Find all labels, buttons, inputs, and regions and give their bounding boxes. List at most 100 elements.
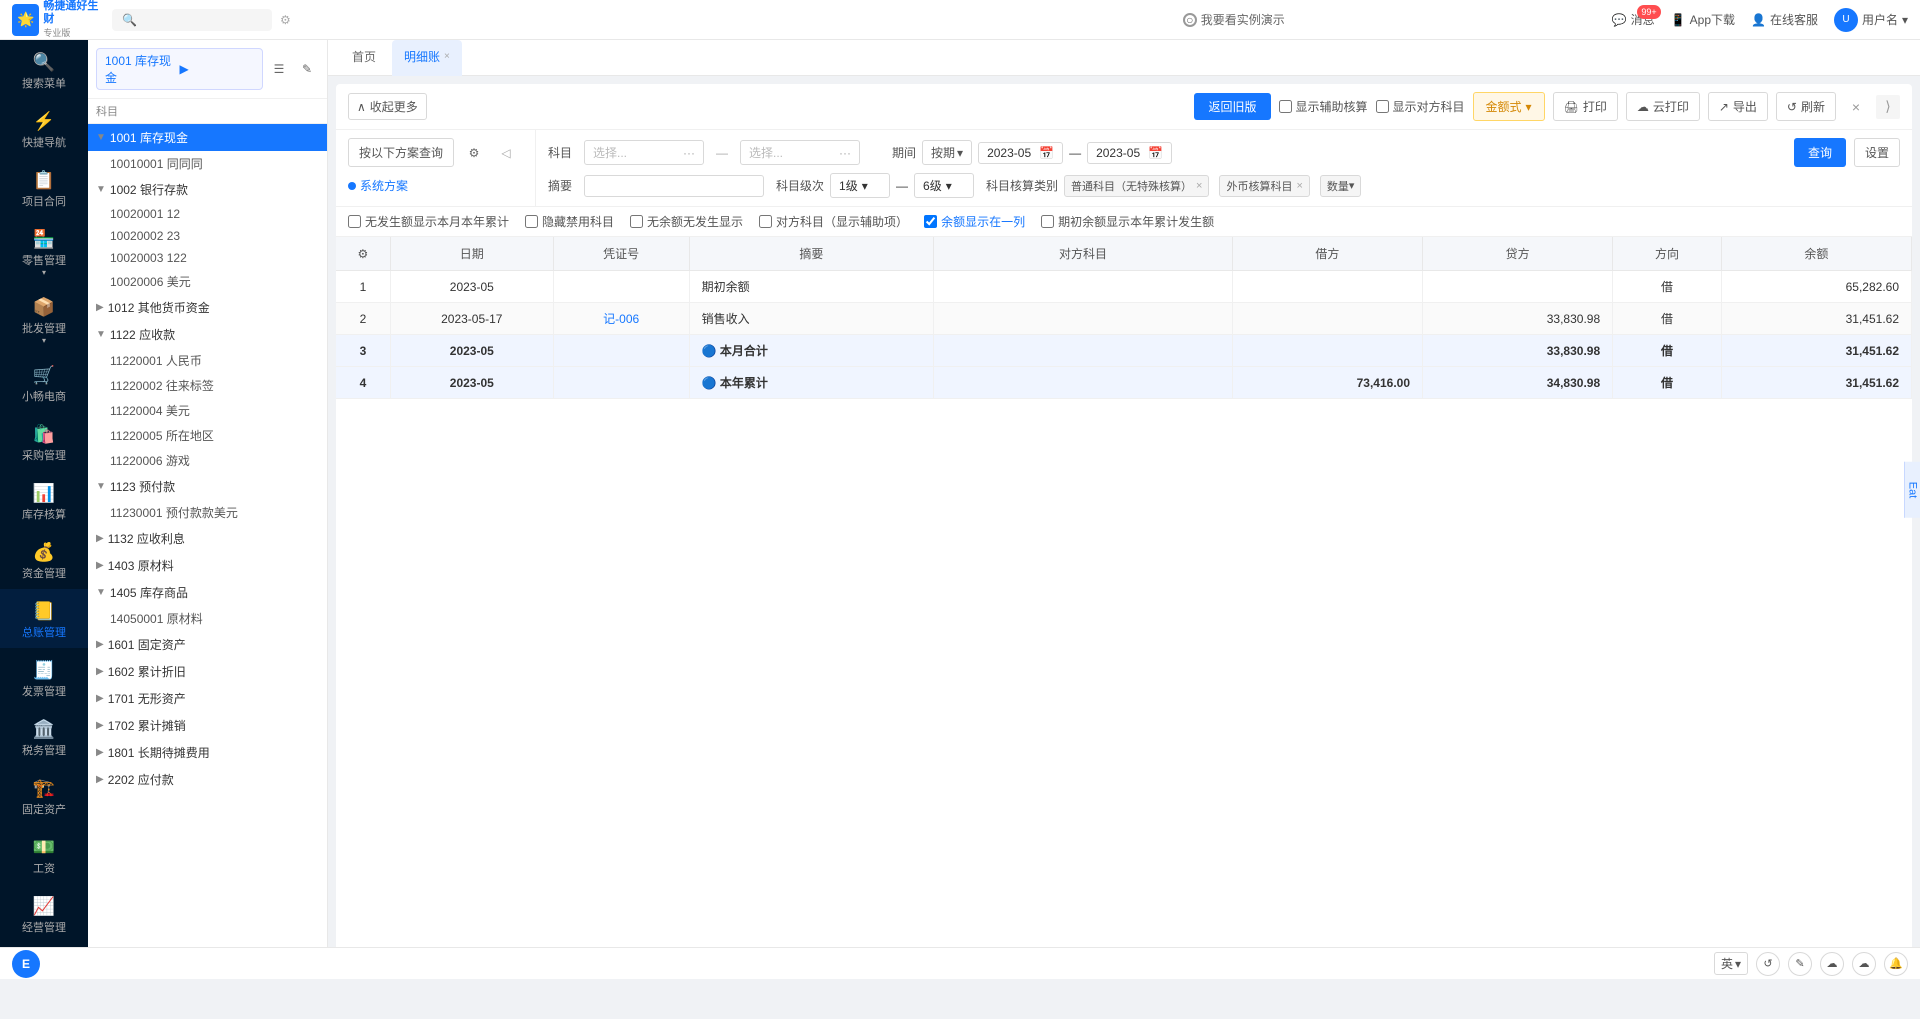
subject-1123[interactable]: ▼ 1123 预付款 <box>88 473 327 500</box>
subject-1132[interactable]: ▶ 1132 应收利息 <box>88 525 327 552</box>
subject-1122[interactable]: ▼ 1122 应收款 <box>88 321 327 348</box>
sidebar-item-ecommerce[interactable]: 🛒 小畅电商 <box>0 353 88 412</box>
subject-11220004[interactable]: 11220004 美元 <box>88 398 327 423</box>
cloud-upload-icon[interactable]: ☁ <box>1852 952 1876 976</box>
subject-11220005[interactable]: 11220005 所在地区 <box>88 423 327 448</box>
sidebar-item-operations[interactable]: 📈 经营管理 <box>0 884 88 943</box>
subject-1001[interactable]: ▼ 1001 库存现金 <box>88 124 327 151</box>
app-download-button[interactable]: 📱 App下载 <box>1671 11 1735 28</box>
language-button[interactable]: 英 ▾ <box>1714 952 1748 975</box>
bottom-e-button[interactable]: E <box>12 950 40 978</box>
option-opposite-input[interactable] <box>759 215 772 228</box>
online-service-button[interactable]: 👤 在线客服 <box>1751 11 1818 28</box>
date-from-input[interactable]: 2023-05 📅 <box>978 142 1063 164</box>
search-input[interactable] <box>137 13 247 27</box>
option-no-balance-show[interactable]: 无发生额显示本月本年累计 <box>348 213 509 230</box>
notification-icon[interactable]: 🔔 <box>1884 952 1908 976</box>
expand-more-button[interactable]: ∧ 收起更多 <box>348 93 427 120</box>
level-from-select[interactable]: 1级 ▾ <box>830 173 890 198</box>
cloud-sync-icon[interactable]: ☁ <box>1820 952 1844 976</box>
print-button[interactable]: 🖨 打印 <box>1553 92 1618 121</box>
show-aux-input[interactable] <box>1279 100 1292 113</box>
search-settings-icon[interactable]: ⚙ <box>280 13 291 27</box>
sidebar-item-fixed-assets[interactable]: 🏗️ 固定资产 <box>0 766 88 825</box>
level-to-select[interactable]: 6级 ▾ <box>914 173 974 198</box>
edit-subject-icon[interactable]: ✎ <box>295 57 319 81</box>
list-view-icon[interactable]: ☰ <box>267 57 291 81</box>
return-old-button[interactable]: 返回旧版 <box>1194 93 1270 120</box>
option-balance-one-col[interactable]: 余额显示在一列 <box>924 213 1025 230</box>
option-balance-one-col-input[interactable] <box>924 215 937 228</box>
subject-11230001[interactable]: 11230001 预付款款美元 <box>88 500 327 525</box>
show-aux-checkbox[interactable]: 显示辅助核算 <box>1279 98 1368 115</box>
subject-to-select[interactable]: 选择... ··· <box>740 140 860 165</box>
show-opposite-input[interactable] <box>1376 100 1389 113</box>
query-settings-icon[interactable]: ⚙ <box>462 141 486 165</box>
tag-normal-close-icon[interactable]: × <box>1196 180 1202 192</box>
subject-11220001[interactable]: 11220001 人民币 <box>88 348 327 373</box>
sidebar-item-inventory[interactable]: 📊 库存核算 <box>0 471 88 530</box>
option-hide-disabled[interactable]: 隐藏禁用科目 <box>525 213 614 230</box>
option-no-balance-input[interactable] <box>348 215 361 228</box>
summary-input[interactable] <box>584 175 764 197</box>
tag-foreign-close-icon[interactable]: × <box>1296 180 1302 192</box>
edit-bottom-icon[interactable]: ✎ <box>1788 952 1812 976</box>
subject-11220002[interactable]: 11220002 往来标签 <box>88 373 327 398</box>
query-scheme-button[interactable]: 按以下方案查询 <box>348 138 454 167</box>
system-scheme-button[interactable]: 系统方案 <box>348 173 523 198</box>
period-type-button[interactable]: 按期 ▾ <box>922 140 972 165</box>
subjects-list[interactable]: ▼ 1001 库存现金 10010001 同同同 ▼ 1002 银行存款 100… <box>88 124 327 962</box>
tab-close-icon[interactable]: × <box>444 51 450 62</box>
top-search-bar[interactable]: 🔍 <box>112 9 272 31</box>
show-opposite-checkbox[interactable]: 显示对方科目 <box>1376 98 1465 115</box>
subject-14050001[interactable]: 14050001 原材料 <box>88 606 327 631</box>
subject-1012[interactable]: ▶ 1012 其他货币资金 <box>88 294 327 321</box>
subject-1602[interactable]: ▶ 1602 累计折旧 <box>88 658 327 685</box>
tab-detail[interactable]: 明细账 × <box>392 40 462 76</box>
option-show-ytd-input[interactable] <box>1041 215 1054 228</box>
sidebar-item-invoice[interactable]: 🧾 发票管理 <box>0 648 88 707</box>
subject-10020001[interactable]: 10020001 12 <box>88 203 327 225</box>
sidebar-item-search-menu[interactable]: 🔍 搜索菜单 <box>0 40 88 99</box>
subject-2202[interactable]: ▶ 2202 应付款 <box>88 766 327 793</box>
subject-1702[interactable]: ▶ 1702 累计摊销 <box>88 712 327 739</box>
subject-1002[interactable]: ▼ 1002 银行存款 <box>88 176 327 203</box>
subject-1403[interactable]: ▶ 1403 原材料 <box>88 552 327 579</box>
option-no-balance-no-show[interactable]: 无余额无发生显示 <box>630 213 743 230</box>
sidebar-item-ledger[interactable]: 📒 总账管理 <box>0 589 88 648</box>
subject-10020003[interactable]: 10020003 122 <box>88 247 327 269</box>
cloud-print-button[interactable]: ☁ 云打印 <box>1626 92 1700 121</box>
subject-10020002[interactable]: 10020002 23 <box>88 225 327 247</box>
refresh-button[interactable]: ↺ 刷新 <box>1776 92 1836 121</box>
subject-10020006[interactable]: 10020006 美元 <box>88 269 327 294</box>
sidebar-item-quick-nav[interactable]: ⚡ 快捷导航 <box>0 99 88 158</box>
expand-arrow-button[interactable]: ⟩ <box>1876 95 1900 119</box>
subject-1601[interactable]: ▶ 1601 固定资产 <box>88 631 327 658</box>
subject-11220006[interactable]: 11220006 游戏 <box>88 448 327 473</box>
subject-selector[interactable]: 1001 库存现金 ▶ <box>96 48 263 90</box>
query-collapse-icon[interactable]: ◁ <box>494 141 518 165</box>
sidebar-item-tax[interactable]: 🏛️ 税务管理 <box>0 707 88 766</box>
subject-10010001[interactable]: 10010001 同同同 <box>88 151 327 176</box>
tab-home[interactable]: 首页 <box>340 40 388 76</box>
refresh-bottom-icon[interactable]: ↺ <box>1756 952 1780 976</box>
option-show-ytd[interactable]: 期初余额显示本年累计发生额 <box>1041 213 1214 230</box>
gold-mode-button[interactable]: 金额式 ▾ <box>1473 92 1545 121</box>
option-hide-disabled-input[interactable] <box>525 215 538 228</box>
sidebar-item-wholesale[interactable]: 📦 批发管理 ▾ <box>0 285 88 353</box>
right-side-expand-tab[interactable]: Eat <box>1904 461 1920 518</box>
export-button[interactable]: ↗ 导出 <box>1708 92 1768 121</box>
message-button[interactable]: 💬 消息 99+ <box>1612 11 1655 28</box>
setting-button[interactable]: 设置 <box>1854 138 1900 167</box>
close-button[interactable]: × <box>1844 95 1868 119</box>
sidebar-item-retail[interactable]: 🏪 零售管理 ▾ <box>0 217 88 285</box>
query-button[interactable]: 查询 <box>1794 138 1846 167</box>
option-no-balance-no-show-input[interactable] <box>630 215 643 228</box>
subject-1405[interactable]: ▼ 1405 库存商品 <box>88 579 327 606</box>
subject-1701[interactable]: ▶ 1701 无形资产 <box>88 685 327 712</box>
sidebar-item-salary[interactable]: 💵 工资 <box>0 825 88 884</box>
subject-from-select[interactable]: 选择... ··· <box>584 140 704 165</box>
option-opposite-subject[interactable]: 对方科目（显示辅助项） <box>759 213 908 230</box>
demo-button[interactable]: ○ 我要看实例演示 <box>1183 11 1285 28</box>
sidebar-item-project-contract[interactable]: 📋 项目合同 <box>0 158 88 217</box>
